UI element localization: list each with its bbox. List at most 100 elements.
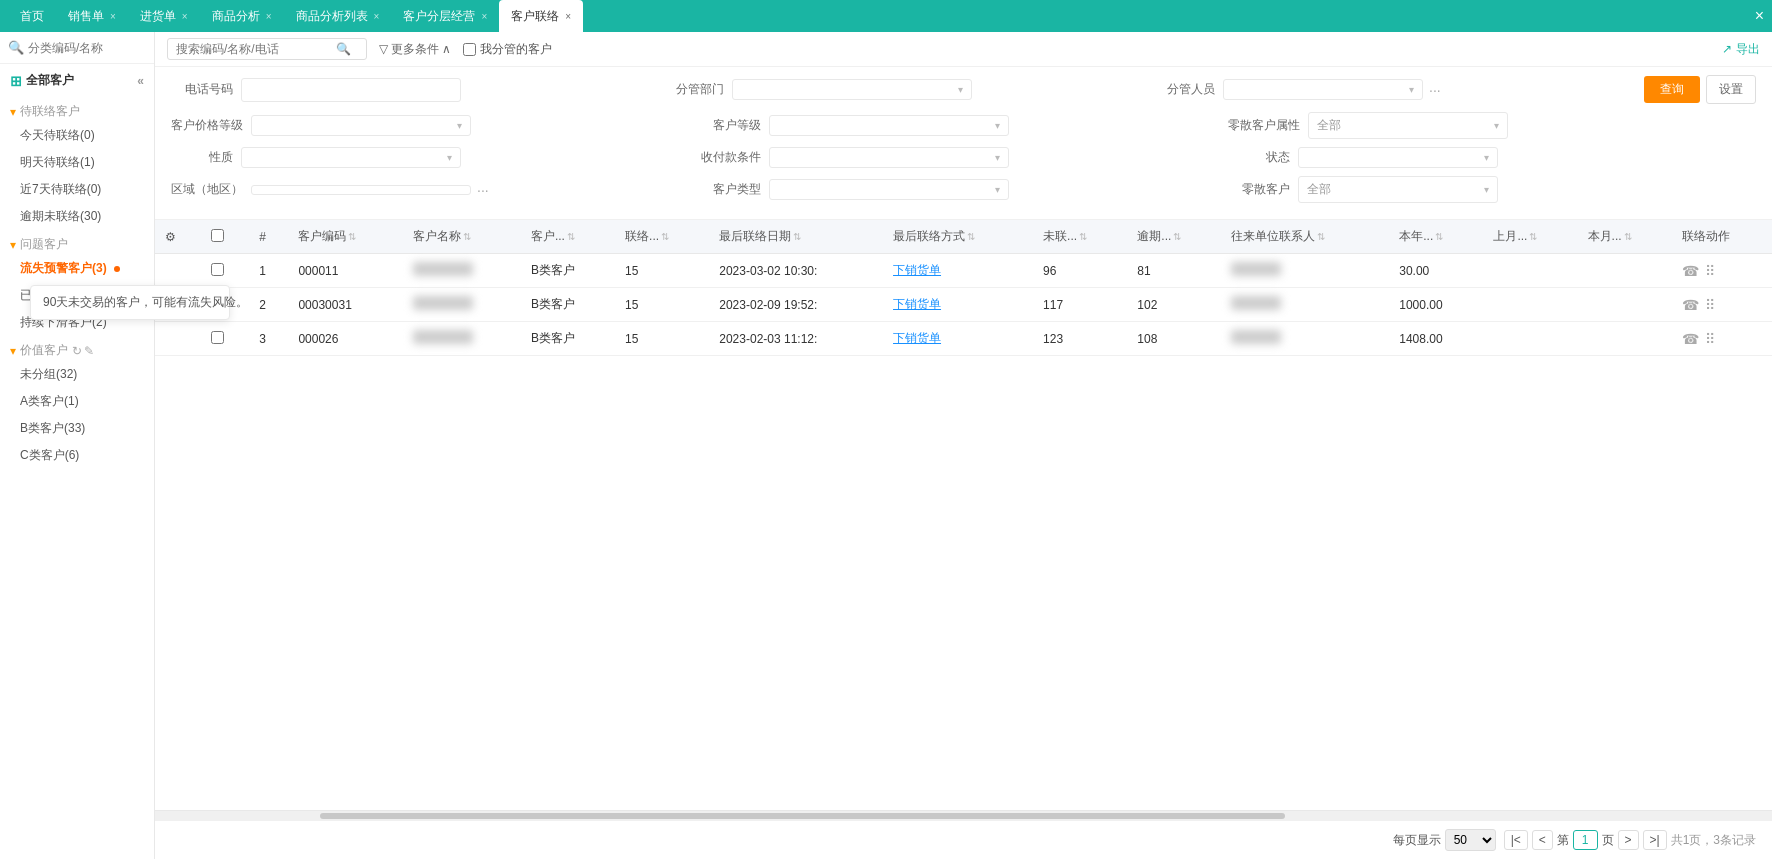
tab-sales-close[interactable]: × [110,11,116,22]
settings-button[interactable]: 设置 [1706,75,1756,104]
phone-input[interactable] [241,78,461,102]
data-table-area: ⚙ # 客户编码⇅ 客户名称⇅ 客户...⇅ 联络...⇅ 最后联络日期⇅ 最后… [155,220,1772,810]
select-all-checkbox[interactable] [211,229,224,242]
export-icon: ↗ [1722,42,1732,56]
row-select-2[interactable] [211,331,224,344]
more-conditions-btn[interactable]: ▽ 更多条件 ∧ [379,41,451,58]
sidebar-collapse-icon[interactable]: « [137,74,144,88]
row-checkbox-2[interactable] [201,322,250,356]
tab-customer-level[interactable]: 客户分层经营 × [391,0,499,32]
col-last-month[interactable]: 上月...⇅ [1483,220,1577,254]
manager-more-btn[interactable]: ··· [1423,82,1447,98]
sidebar-section-pending[interactable]: ▾ 待联络客户 [0,97,154,122]
manager-select-arrow: ▾ [1409,84,1414,95]
gender-select[interactable]: ▾ [241,147,461,168]
horizontal-scrollbar[interactable] [155,810,1772,820]
tab-purchase[interactable]: 进货单 × [128,0,200,32]
tab-customer-contact[interactable]: 客户联络 × [499,0,583,32]
my-customers-checkbox[interactable] [463,43,476,56]
col-this-year[interactable]: 本年...⇅ [1389,220,1483,254]
customer-type-select[interactable]: ▾ [769,179,1009,200]
query-button[interactable]: 查询 [1644,76,1700,103]
row-last-method-1[interactable]: 下销货单 [883,288,1033,322]
tab-analysis-list[interactable]: 商品分析列表 × [284,0,392,32]
prev-page-btn[interactable]: < [1532,830,1553,850]
sidebar-all-customers[interactable]: ⊞ 全部客户 « [0,64,154,97]
col-this-month[interactable]: 本月...⇅ [1578,220,1672,254]
search-input[interactable] [176,42,336,56]
per-page-select[interactable]: 50 100 200 [1445,829,1496,851]
row-overdue-0: 81 [1127,254,1221,288]
action-more-icon-1[interactable]: ⠿ [1705,297,1715,313]
tab-customer-contact-close[interactable]: × [565,11,571,22]
sidebar-section-problem[interactable]: ▾ 问题客户 [0,230,154,255]
tab-purchase-close[interactable]: × [182,11,188,22]
col-no-contact[interactable]: 未联...⇅ [1033,220,1127,254]
sort-icon-method: ⇅ [967,231,975,242]
col-last-contact-method[interactable]: 最后联络方式⇅ [883,220,1033,254]
sidebar-item-7days[interactable]: 近7天待联络(0) [0,176,154,203]
tab-sales[interactable]: 销售单 × [56,0,128,32]
action-more-icon-2[interactable]: ⠿ [1705,331,1715,347]
sidebar-item-ungrouped[interactable]: 未分组(32) [0,361,154,388]
col-unit-contact[interactable]: 往来单位联系人⇅ [1221,220,1389,254]
row-checkbox-0[interactable] [201,254,250,288]
sort-icon-contact: ⇅ [661,231,669,242]
payment-select[interactable]: ▾ [769,147,1009,168]
action-contact-icon-1[interactable]: ☎ [1682,297,1699,313]
sidebar-item-type-c[interactable]: C类客户(6) [0,442,154,469]
price-level-select[interactable]: ▾ [251,115,471,136]
edit-icon[interactable]: ✎ [84,344,94,358]
action-contact-icon-2[interactable]: ☎ [1682,331,1699,347]
tab-analysis-list-close[interactable]: × [374,11,380,22]
pagination-bar: 每页显示 50 100 200 |< < 第 1 页 > >| 共1页，3条记录 [155,820,1772,859]
retail-attr-select[interactable]: 全部 ▾ [1308,112,1508,139]
col-name[interactable]: 客户名称⇅ [403,220,521,254]
row-no-0: 1 [249,254,288,288]
col-contact[interactable]: 联络...⇅ [615,220,709,254]
table-header-row: ⚙ # 客户编码⇅ 客户名称⇅ 客户...⇅ 联络...⇅ 最后联络日期⇅ 最后… [155,220,1772,254]
retail-customer-select[interactable]: 全部 ▾ [1298,176,1498,203]
action-more-icon-0[interactable]: ⠿ [1705,263,1715,279]
col-settings[interactable]: ⚙ [155,220,201,254]
window-close-button[interactable]: × [1755,7,1764,25]
manager-select[interactable]: ▾ [1223,79,1423,100]
sidebar-item-today[interactable]: 今天待联络(0) [0,122,154,149]
filter-cell-manager: 分管人员 ▾ ··· [1153,79,1644,100]
row-last-method-2[interactable]: 下销货单 [883,322,1033,356]
last-page-btn[interactable]: >| [1643,830,1667,850]
action-contact-icon-0[interactable]: ☎ [1682,263,1699,279]
export-button[interactable]: ↗ 导出 [1722,41,1760,58]
col-type[interactable]: 客户...⇅ [521,220,615,254]
sidebar-search-input[interactable] [28,41,146,55]
search-icon[interactable]: 🔍 [336,42,351,56]
row-no-contact-1: 117 [1033,288,1127,322]
tab-home[interactable]: 首页 [8,0,56,32]
dept-select[interactable]: ▾ [732,79,972,100]
row-last-method-0[interactable]: 下销货单 [883,254,1033,288]
sidebar-section-value[interactable]: ▾ 价值客户 ↻ ✎ [0,336,154,361]
col-last-contact-date[interactable]: 最后联络日期⇅ [709,220,883,254]
customer-type-arrow: ▾ [995,184,1000,195]
sidebar-item-type-b[interactable]: B类客户(33) [0,415,154,442]
first-page-btn[interactable]: |< [1504,830,1528,850]
tab-analysis-close[interactable]: × [266,11,272,22]
row-select-0[interactable] [211,263,224,276]
col-code[interactable]: 客户编码⇅ [288,220,403,254]
tab-analysis[interactable]: 商品分析 × [200,0,284,32]
sidebar-item-overdue[interactable]: 逾期未联络(30) [0,203,154,230]
region-select[interactable] [251,185,471,195]
customer-level-select[interactable]: ▾ [769,115,1009,136]
scroll-thumb[interactable] [320,813,1285,819]
tab-customer-level-close[interactable]: × [481,11,487,22]
sidebar-item-tomorrow[interactable]: 明天待联络(1) [0,149,154,176]
status-select[interactable]: ▾ [1298,147,1498,168]
sort-icon-code: ⇅ [348,231,356,242]
region-more-btn[interactable]: ··· [471,182,495,198]
sidebar-item-type-a[interactable]: A类客户(1) [0,388,154,415]
sidebar-item-churn-warning[interactable]: 流失预警客户(3) [0,255,154,282]
col-overdue[interactable]: 逾期...⇅ [1127,220,1221,254]
refresh-icon[interactable]: ↻ [72,344,82,358]
next-page-btn[interactable]: > [1618,830,1639,850]
customer-level-arrow: ▾ [995,120,1000,131]
